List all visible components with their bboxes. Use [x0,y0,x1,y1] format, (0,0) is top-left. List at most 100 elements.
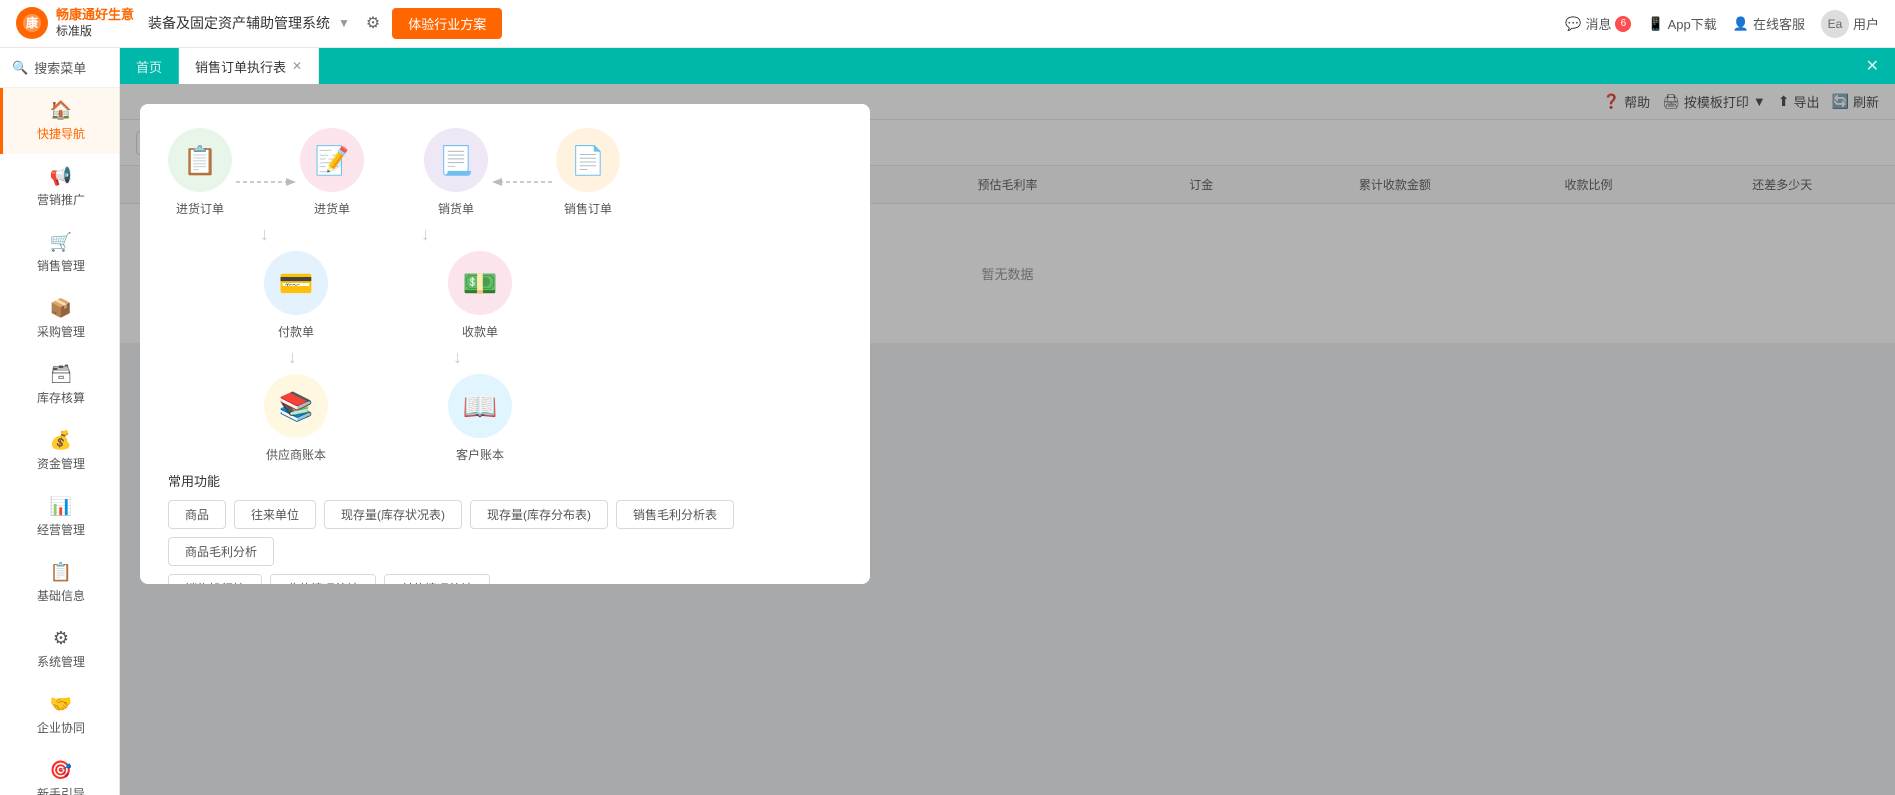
tab-bar-close-button[interactable]: ✕ [1850,56,1895,76]
payment-circle: 💳 [264,251,328,315]
purchase-bill-circle: 📝 [300,128,364,192]
app-icon: 📱 [1647,16,1663,32]
flow-row-2: 💳 付款单 💵 收款单 [264,251,842,340]
sidebar: 🔍 搜索菜单 🏠 快捷导航 📢 营销推广 🛒 销售管理 📦 采购管理 🗃 库存核… [0,48,120,795]
basic-icon: 📋 [50,562,72,583]
tab-close-icon[interactable]: ✕ [292,59,302,73]
search-icon: 🔍 [12,60,28,76]
flow-node-customer-account[interactable]: 📖 客户账本 [448,374,512,463]
customer-account-circle: 📖 [448,374,512,438]
search-menu[interactable]: 🔍 搜索菜单 [0,48,119,88]
sidebar-item-guide[interactable]: 🎯 新手引导 [0,748,119,795]
cooperation-icon: 🤝 [50,694,72,715]
purchase-label: 采购管理 [37,323,85,340]
system-title-text: 装备及固定资产辅助管理系统 [148,13,330,33]
system-title-dropdown[interactable]: ▼ [338,16,350,30]
quick-nav-icon: 🏠 [50,100,72,121]
purchase-order-circle: 📋 [168,128,232,192]
flow-node-supplier-account[interactable]: 📚 供应商账本 [264,374,328,463]
tab-home[interactable]: 首页 [120,48,179,84]
sales-icon: 🛒 [50,232,72,253]
sales-bill-circle: 📃 [424,128,488,192]
common-btn-receipt-stats[interactable]: 收款情况统计 [270,574,376,584]
receipt-label: 收款单 [462,323,498,340]
purchase-order-label: 进货订单 [176,200,224,217]
common-section: 常用功能 商品 往来单位 现存量(库存状况表) 现存量(库存分布表) 销售毛利分… [168,471,842,584]
sidebar-item-system[interactable]: ⚙ 系统管理 [0,616,119,682]
purchase-bill-arrow-down: ↓ [260,225,269,243]
flow-node-sales-bill[interactable]: 📃 销货单 [424,128,488,217]
sidebar-item-inventory[interactable]: 🗃 库存核算 [0,352,119,418]
app-download-label: App下载 [1668,14,1717,33]
flow-node-payment[interactable]: 💳 付款单 [264,251,328,340]
search-menu-label: 搜索菜单 [34,58,86,77]
logo-sub-text: 标准版 [56,24,134,40]
user-action[interactable]: Ea 用户 [1821,10,1879,38]
app-download-action[interactable]: 📱 App下载 [1647,14,1716,33]
sales-bill-label: 销货单 [438,200,474,217]
sidebar-item-cooperation[interactable]: 🤝 企业协同 [0,682,119,748]
finance-label: 资金管理 [37,455,85,472]
modal-box: 📋 进货订单 📝 进货单 📃 销货单 [140,104,870,584]
supplier-account-label: 供应商账本 [266,446,326,463]
common-btn-sales-rank[interactable]: 销售排行榜 [168,574,262,584]
flow-node-purchase-bill[interactable]: 📝 进货单 [300,128,364,217]
common-title: 常用功能 [168,471,842,490]
flow-row-1: 📋 进货订单 📝 进货单 📃 销货单 [168,128,842,217]
payment-label: 付款单 [278,323,314,340]
inventory-icon: 🗃 [50,364,73,385]
logo-area: 康 畅康通好生意 标准版 [16,7,136,39]
modal-overlay[interactable]: 📋 进货订单 📝 进货单 📃 销货单 [120,84,1895,795]
arrow-purchase-to-bill [232,174,300,190]
system-title: 装备及固定资产辅助管理系统 ▼ ⚙ [148,13,380,33]
finance-icon: 💰 [50,430,72,451]
sidebar-item-finance[interactable]: 💰 资金管理 [0,418,119,484]
avatar: Ea [1821,10,1849,38]
message-action[interactable]: 💬 消息 6 [1565,14,1631,33]
sidebar-item-marketing[interactable]: 📢 营销推广 [0,154,119,220]
sales-order-label: 销售订单 [564,200,612,217]
marketing-label: 营销推广 [37,191,85,208]
flow-row-3: 📚 供应商账本 📖 客户账本 [264,374,842,463]
common-btn-product-margin[interactable]: 商品毛利分析 [168,537,274,566]
common-btn-product[interactable]: 商品 [168,500,226,529]
supplier-account-circle: 📚 [264,374,328,438]
arrow-sales-order-to-bill [488,174,556,190]
sidebar-item-basic[interactable]: 📋 基础信息 [0,550,119,616]
top-header: 康 畅康通好生意 标准版 装备及固定资产辅助管理系统 ▼ ⚙ 体验行业方案 💬 … [0,0,1895,48]
flow-node-sales-order[interactable]: 📄 销售订单 [556,128,620,217]
common-btn-payment-stats[interactable]: 付款情况统计 [384,574,490,584]
common-btn-stock-dist[interactable]: 现存量(库存分布表) [470,500,608,529]
guide-icon: 🎯 [50,760,72,781]
sidebar-item-quick-nav[interactable]: 🏠 快捷导航 [0,88,119,154]
sidebar-item-purchase[interactable]: 📦 采购管理 [0,286,119,352]
settings-icon[interactable]: ⚙ [366,13,380,33]
tab-home-label: 首页 [136,57,162,76]
user-name: 用户 [1853,14,1879,33]
message-label: 消息 [1585,14,1611,33]
quick-nav-label: 快捷导航 [37,125,85,142]
online-service-action[interactable]: 👤 在线客服 [1733,14,1805,33]
receipt-arrow-down: ↓ [453,348,462,366]
basic-label: 基础信息 [37,587,85,604]
tab-sales-order[interactable]: 销售订单执行表 ✕ [179,48,319,84]
sales-order-circle: 📄 [556,128,620,192]
online-service-label: 在线客服 [1753,14,1805,33]
experience-button[interactable]: 体验行业方案 [392,8,502,39]
system-icon: ⚙ [53,628,69,649]
common-btn-counterparty[interactable]: 往来单位 [234,500,316,529]
message-icon: 💬 [1565,16,1581,32]
marketing-icon: 📢 [50,166,72,187]
common-btn-sales-margin[interactable]: 销售毛利分析表 [616,500,734,529]
sidebar-item-sales[interactable]: 🛒 销售管理 [0,220,119,286]
operation-icon: 📊 [50,496,72,517]
common-btn-stock-status[interactable]: 现存量(库存状况表) [324,500,462,529]
sidebar-item-operation[interactable]: 📊 经营管理 [0,484,119,550]
message-badge: 6 [1615,16,1631,32]
purchase-icon: 📦 [50,298,72,319]
flow-node-purchase-order[interactable]: 📋 进货订单 [168,128,232,217]
flow-node-receipt[interactable]: 💵 收款单 [448,251,512,340]
cooperation-label: 企业协同 [37,719,85,736]
inventory-label: 库存核算 [37,389,85,406]
guide-label: 新手引导 [37,785,85,795]
